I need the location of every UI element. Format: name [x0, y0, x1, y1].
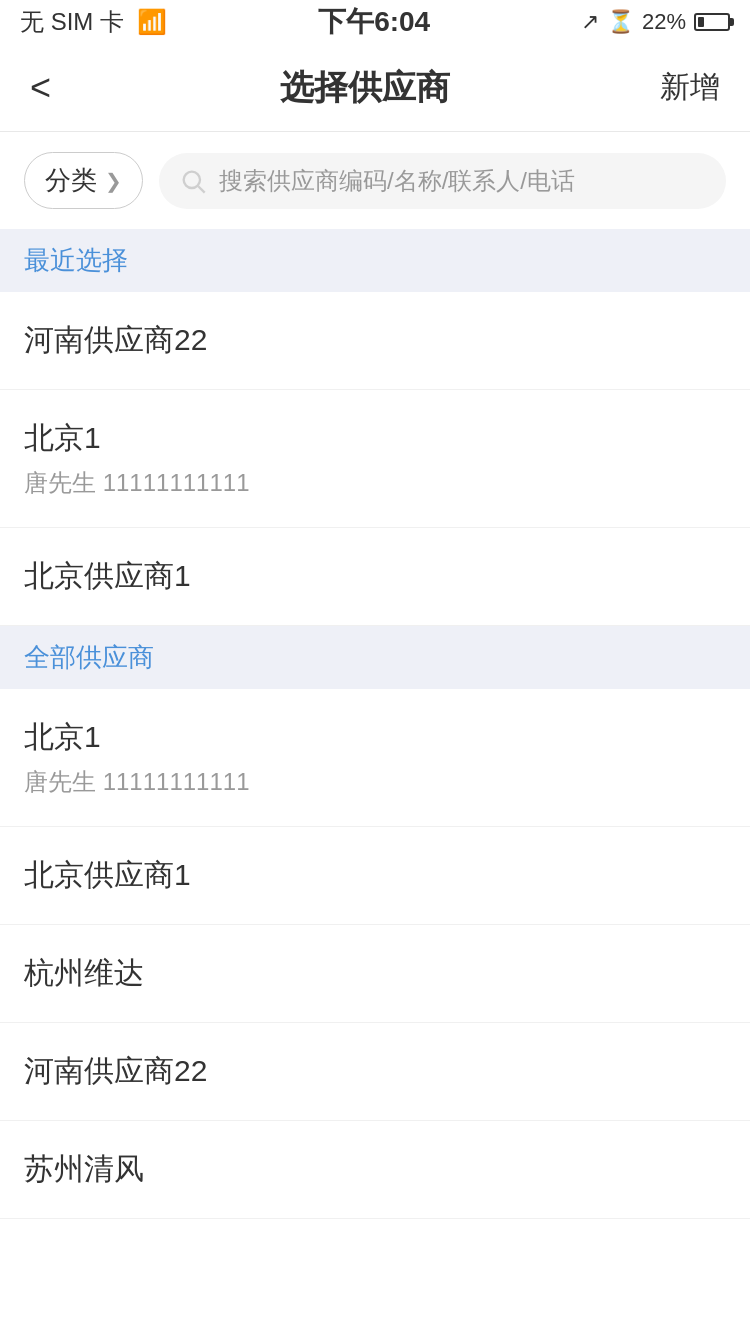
all-section-label: 全部供应商	[24, 642, 154, 672]
svg-line-1	[198, 186, 204, 192]
location-icon: ↗	[581, 9, 599, 35]
supplier-name: 北京1	[24, 717, 726, 758]
back-icon: <	[30, 67, 51, 108]
status-right: ↗ ⏳ 22%	[581, 9, 730, 35]
status-left: 无 SIM 卡 📶	[20, 6, 167, 38]
supplier-name: 北京供应商1	[24, 855, 726, 896]
category-label: 分类	[45, 163, 97, 198]
list-item[interactable]: 北京1 唐先生 11111111111	[0, 390, 750, 528]
all-items-list: 北京1 唐先生 11111111111 北京供应商1 杭州维达 河南供应商22 …	[0, 689, 750, 1219]
category-button[interactable]: 分类 ❯	[24, 152, 143, 209]
search-input-wrap[interactable]: 搜索供应商编码/名称/联系人/电话	[159, 153, 726, 209]
back-button[interactable]: <	[30, 67, 90, 109]
supplier-name: 苏州清风	[24, 1149, 726, 1190]
supplier-sub: 唐先生 11111111111	[24, 467, 726, 499]
status-time: 下午6:04	[318, 3, 430, 41]
add-button[interactable]: 新增	[640, 67, 720, 108]
status-bar: 无 SIM 卡 📶 下午6:04 ↗ ⏳ 22%	[0, 0, 750, 44]
alarm-icon: ⏳	[607, 9, 634, 35]
list-item[interactable]: 北京1 唐先生 11111111111	[0, 689, 750, 827]
search-bar: 分类 ❯ 搜索供应商编码/名称/联系人/电话	[0, 132, 750, 229]
supplier-name: 北京供应商1	[24, 556, 726, 597]
search-placeholder: 搜索供应商编码/名称/联系人/电话	[219, 165, 575, 197]
search-icon	[179, 167, 207, 195]
list-item[interactable]: 北京供应商1	[0, 827, 750, 925]
supplier-sub: 唐先生 11111111111	[24, 766, 726, 798]
recent-items-list: 河南供应商22 北京1 唐先生 11111111111 北京供应商1	[0, 292, 750, 626]
list-item[interactable]: 苏州清风	[0, 1121, 750, 1219]
supplier-name: 河南供应商22	[24, 320, 726, 361]
battery-percent: 22%	[642, 9, 686, 35]
list-item[interactable]: 北京供应商1	[0, 528, 750, 626]
chevron-right-icon: ❯	[105, 169, 122, 193]
all-section-header: 全部供应商	[0, 626, 750, 689]
supplier-name: 河南供应商22	[24, 1051, 726, 1092]
nav-bar: < 选择供应商 新增	[0, 44, 750, 132]
list-item[interactable]: 河南供应商22	[0, 1023, 750, 1121]
supplier-name: 北京1	[24, 418, 726, 459]
page-title: 选择供应商	[90, 65, 640, 111]
svg-point-0	[184, 171, 200, 187]
recent-section-label: 最近选择	[24, 245, 128, 275]
recent-section-header: 最近选择	[0, 229, 750, 292]
list-item[interactable]: 杭州维达	[0, 925, 750, 1023]
supplier-name: 杭州维达	[24, 953, 726, 994]
battery-icon	[694, 13, 730, 31]
list-item[interactable]: 河南供应商22	[0, 292, 750, 390]
